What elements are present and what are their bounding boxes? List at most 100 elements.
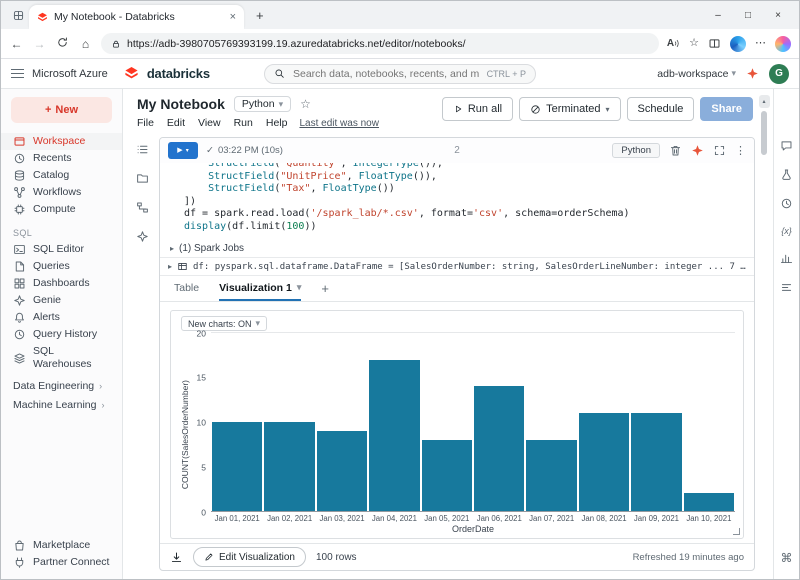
spark-jobs-row[interactable]: ▸ (1) Spark Jobs	[160, 239, 754, 257]
copilot-icon[interactable]	[775, 35, 791, 52]
browser-profile-avatar[interactable]	[730, 35, 746, 52]
assistant-sparkle-icon[interactable]	[136, 230, 149, 243]
assistant-sparkle-icon[interactable]	[691, 144, 704, 157]
notebook-cell: ▶ ▾ ✓ 03:22 PM (10s) 2 Python ⋮ StructFiel…	[159, 137, 755, 571]
tab-close-icon[interactable]: ×	[230, 11, 236, 23]
comments-icon[interactable]	[780, 139, 793, 152]
bar-Jan 03, 2021[interactable]	[316, 430, 368, 511]
bar-Jan 10, 2021[interactable]	[683, 493, 735, 511]
last-edit-link[interactable]: Last edit was now	[299, 118, 379, 129]
experiments-flask-icon[interactable]	[780, 168, 793, 181]
hamburger-menu-icon[interactable]	[11, 69, 24, 78]
code-editor[interactable]: StructField("Quantity", IntegerType()), …	[160, 163, 754, 239]
outline-icon[interactable]	[780, 281, 793, 294]
sidebar-item-query-history[interactable]: Query History	[1, 326, 122, 343]
azure-label: Microsoft Azure	[32, 67, 108, 80]
sidebar-item-genie[interactable]: Genie	[1, 292, 122, 309]
schedule-button[interactable]: Schedule	[626, 97, 695, 121]
fullscreen-icon[interactable]	[713, 144, 726, 157]
new-tab-button[interactable]: +	[256, 9, 264, 22]
sidebar-item-workspace[interactable]: Workspace	[1, 133, 122, 150]
home-icon[interactable]: ⌂	[78, 38, 93, 50]
read-aloud-icon[interactable]: A	[667, 38, 680, 49]
language-selector[interactable]: Python ▾	[233, 96, 292, 112]
user-avatar[interactable]: G	[769, 63, 789, 84]
window-close-button[interactable]: ×	[763, 10, 793, 21]
tab-table[interactable]: Table	[174, 276, 199, 301]
sidebar-item-sql-editor[interactable]: SQL Editor	[1, 241, 122, 258]
browser-menu-icon[interactable]: ⋯	[755, 38, 766, 49]
favorite-star-icon[interactable]: ☆	[300, 97, 311, 111]
dataframe-summary-row[interactable]: ▸ df: pyspark.sql.dataframe.DataFrame = …	[160, 257, 754, 276]
workspace-selector[interactable]: adb-workspace ▾	[657, 68, 736, 80]
browser-tab[interactable]: My Notebook - Databricks ×	[29, 5, 244, 29]
kebab-menu-icon[interactable]: ⋮	[735, 144, 746, 157]
scroll-up-icon[interactable]: ▴	[758, 95, 770, 108]
cell-language-chip[interactable]: Python	[612, 143, 660, 158]
menu-file[interactable]: File	[137, 117, 154, 129]
window-maximize-button[interactable]: □	[733, 10, 763, 21]
trash-icon[interactable]	[669, 144, 682, 157]
sidebar-item-recents[interactable]: Recents	[1, 150, 122, 167]
assistant-sparkle-icon[interactable]	[746, 67, 759, 80]
tab-actions-icon[interactable]	[7, 9, 29, 22]
charts-icon[interactable]	[780, 252, 793, 265]
download-icon[interactable]	[170, 551, 183, 564]
new-button[interactable]: + New	[11, 97, 112, 123]
variable-explorer-icon[interactable]: {x}	[781, 226, 792, 236]
menu-edit[interactable]: Edit	[167, 117, 185, 129]
new-charts-toggle[interactable]: New charts: ON ▾	[181, 316, 268, 331]
run-all-button[interactable]: Run all	[441, 97, 514, 121]
window-minimize-button[interactable]: –	[703, 10, 733, 21]
bar-Jan 09, 2021[interactable]	[631, 413, 682, 511]
share-button[interactable]: Share	[700, 97, 753, 121]
sidebar-item-catalog[interactable]: Catalog	[1, 167, 122, 184]
refresh-icon[interactable]	[55, 36, 70, 51]
bar-Jan 01, 2021[interactable]	[212, 422, 263, 511]
table-of-contents-icon[interactable]	[136, 143, 149, 156]
sidebar-item-dashboards[interactable]: Dashboards	[1, 275, 122, 292]
menu-run[interactable]: Run	[234, 117, 253, 129]
edit-visualization-button[interactable]: Edit Visualization	[193, 547, 306, 567]
cluster-status-button[interactable]: Terminated ▾	[519, 97, 621, 121]
shortcuts-icon[interactable]: ⌘	[781, 551, 793, 565]
bar-Jan 05, 2021[interactable]	[421, 439, 473, 511]
bar-Jan 02, 2021[interactable]	[264, 422, 315, 511]
menu-view[interactable]: View	[198, 117, 221, 129]
scrollbar-thumb[interactable]	[761, 111, 767, 155]
favorites-star-icon[interactable]: ☆	[689, 38, 699, 49]
sidebar-item-partner-connect[interactable]: Partner Connect	[1, 554, 122, 571]
chip-icon	[14, 204, 25, 215]
sidebar-item-marketplace[interactable]: Marketplace	[1, 537, 122, 554]
menu-help[interactable]: Help	[266, 117, 288, 129]
sidebar-item-queries[interactable]: Queries	[1, 258, 122, 275]
add-visualization-button[interactable]: +	[321, 281, 329, 296]
address-input[interactable]: https://adb-3980705769393199.19.azuredat…	[101, 33, 659, 54]
sidebar-group-data-engineering[interactable]: Data Engineering ›	[1, 373, 122, 392]
notebook-actions: Run all Terminated ▾ Schedule Share	[441, 97, 753, 121]
tab-visualization-1[interactable]: Visualization 1 ▾	[219, 276, 302, 301]
sidebar-group-machine-learning[interactable]: Machine Learning ›	[1, 392, 122, 411]
chevron-down-icon: ▾	[278, 98, 284, 109]
bar-Jan 08, 2021[interactable]	[578, 413, 630, 511]
forward-icon[interactable]: →	[32, 38, 47, 50]
sidebar-item-compute[interactable]: Compute	[1, 201, 122, 218]
bar-Jan 04, 2021[interactable]	[369, 359, 420, 511]
split-screen-icon[interactable]	[708, 37, 721, 50]
dag-graph-icon[interactable]	[136, 201, 149, 214]
bar-Jan 07, 2021[interactable]	[526, 439, 577, 511]
search-input[interactable]	[291, 66, 481, 81]
dataframe-summary: df: pyspark.sql.dataframe.DataFrame = [S…	[193, 261, 746, 272]
sidebar-item-workflows[interactable]: Workflows	[1, 184, 122, 201]
sidebar-item-alerts[interactable]: Alerts	[1, 309, 122, 326]
sidebar-item-sql-warehouses[interactable]: SQL Warehouses	[1, 343, 122, 373]
bar-Jan 06, 2021[interactable]	[474, 386, 525, 511]
global-search[interactable]: CTRL + P	[264, 63, 536, 84]
run-cell-button[interactable]: ▶ ▾	[168, 142, 198, 159]
resize-handle[interactable]	[733, 528, 740, 535]
back-icon[interactable]: ←	[9, 38, 24, 50]
version-history-icon[interactable]	[780, 197, 793, 210]
folder-icon[interactable]	[136, 172, 149, 185]
notebook-scrollbar[interactable]: ▴	[758, 95, 770, 569]
notebook-body: ▶ ▾ ✓ 03:22 PM (10s) 2 Python ⋮ StructFiel…	[123, 129, 773, 579]
